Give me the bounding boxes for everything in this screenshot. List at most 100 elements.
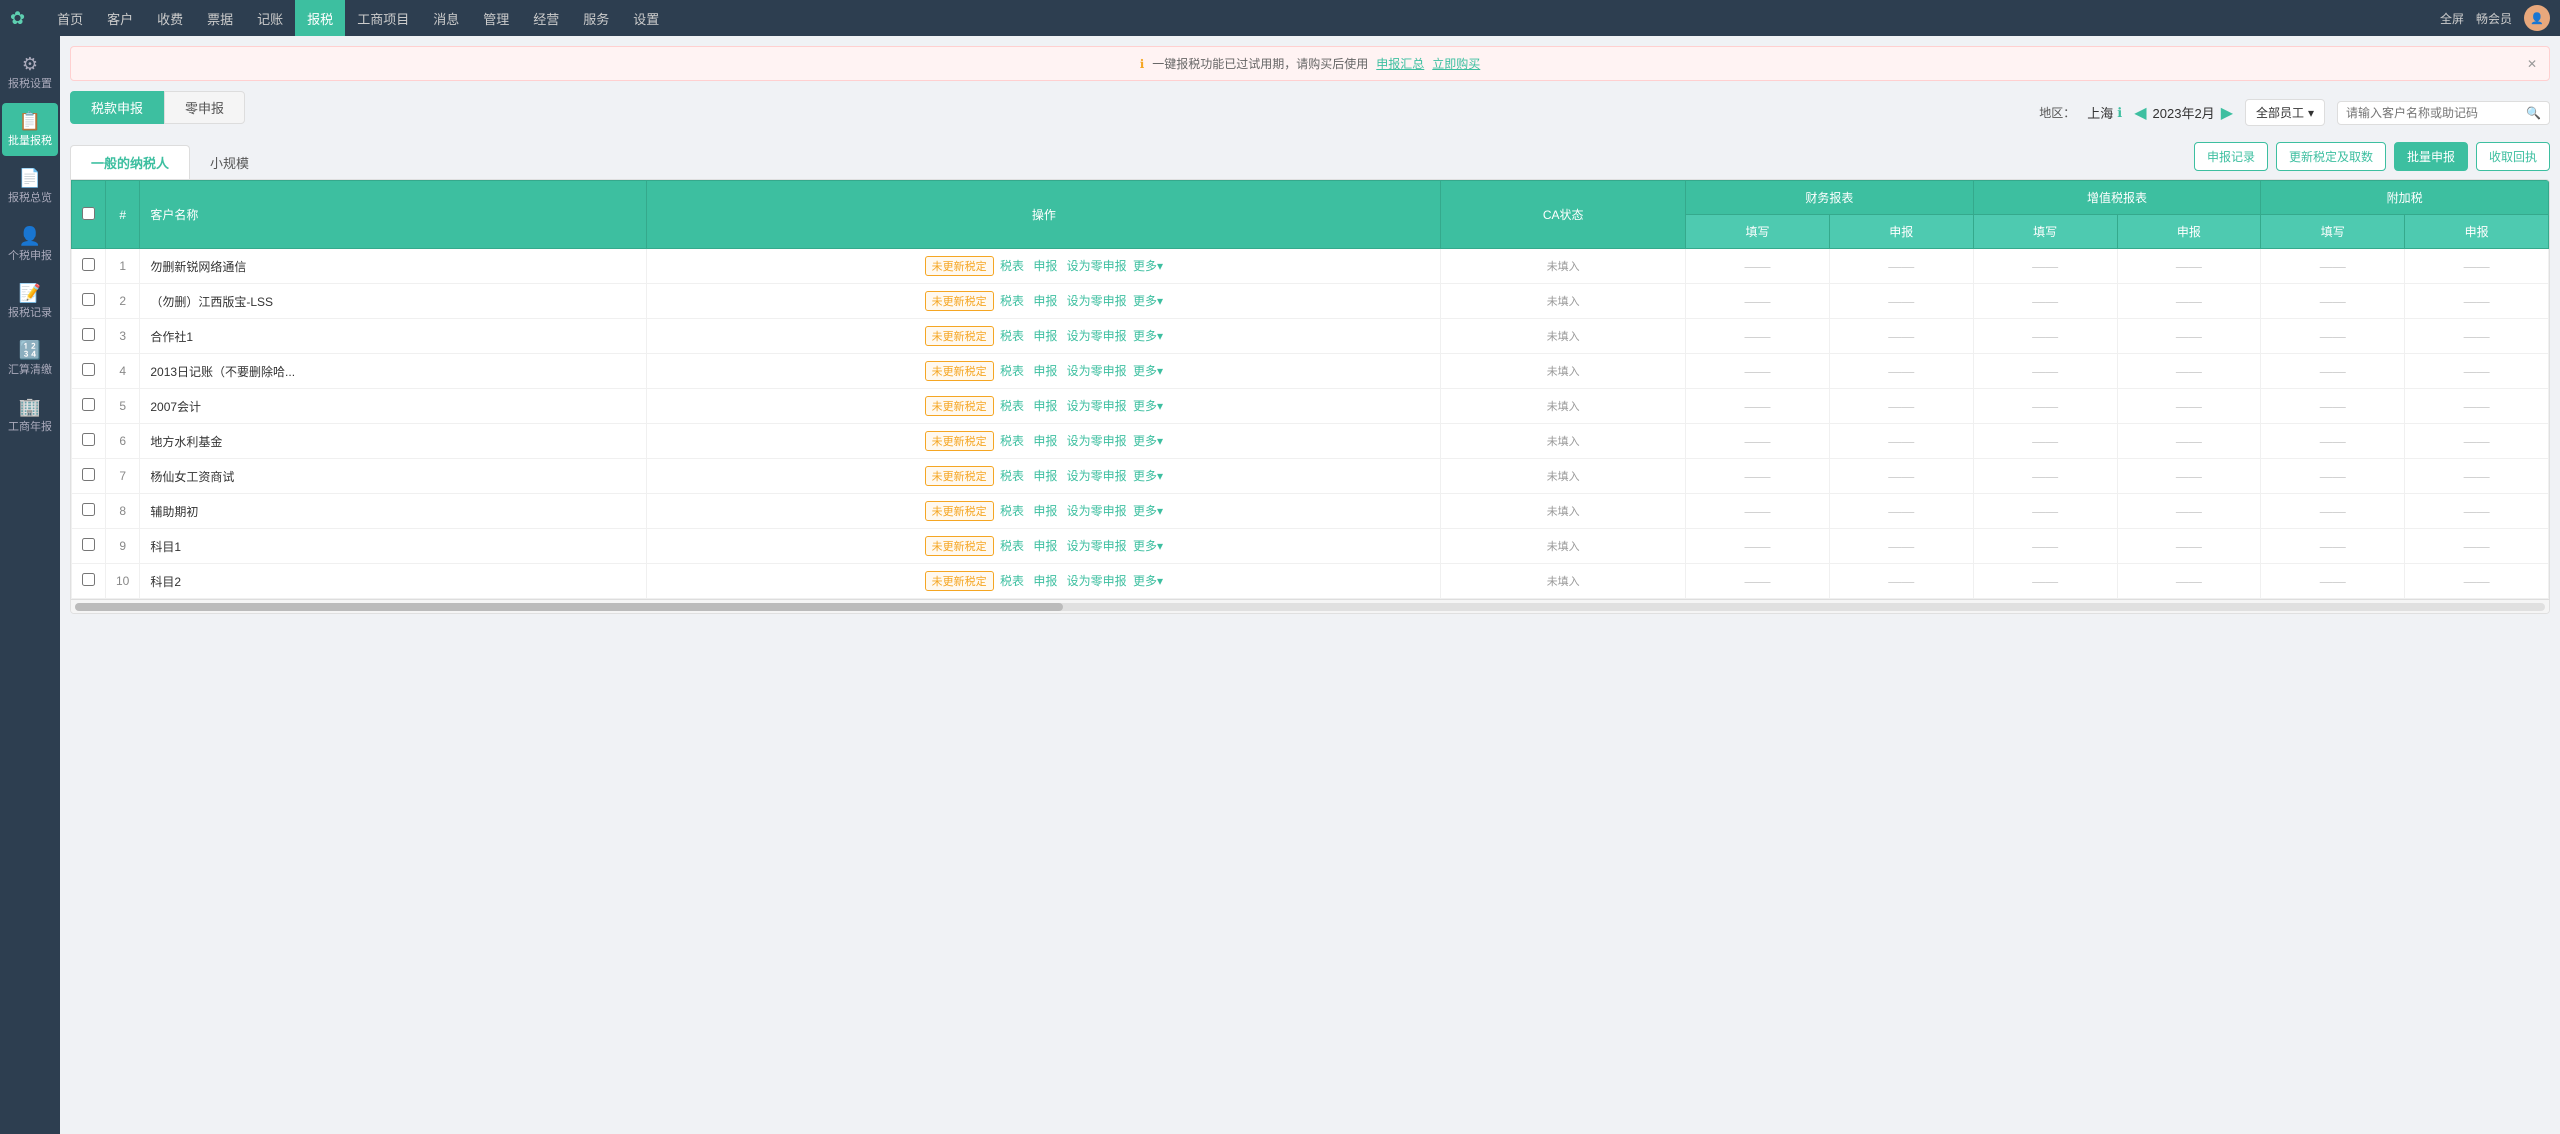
row-checkbox[interactable] <box>82 468 95 481</box>
row-checkbox[interactable] <box>82 398 95 411</box>
row-operations: 未更新税定 税表 申报 设为零申报 更多▾ <box>647 319 1441 354</box>
op-zero-apply[interactable]: 设为零申报 <box>1067 329 1127 343</box>
op-tax-table[interactable]: 税表 <box>1000 434 1024 448</box>
row-checkbox[interactable] <box>82 503 95 516</box>
row-checkbox[interactable] <box>82 573 95 586</box>
sidebar-item-tax-overview[interactable]: 📄 报税总览 <box>2 160 58 213</box>
fullscreen-button[interactable]: 全屏 <box>2440 10 2464 27</box>
op-apply[interactable]: 申报 <box>1033 329 1057 343</box>
trial-banner: ℹ 一键报税功能已过试用期，请购买后使用 申报汇总 立即购买 ✕ <box>70 46 2550 81</box>
top-navigation: ✿ 首页 客户 收费 票据 记账 报税 工商项目 消息 管理 经营 服务 设置 … <box>0 0 2560 36</box>
sub-tab-general[interactable]: 一般的纳税人 <box>70 145 190 179</box>
nav-management[interactable]: 管理 <box>471 0 521 36</box>
tab-tax-declaration[interactable]: 税款申报 <box>70 91 164 124</box>
op-zero-apply[interactable]: 设为零申报 <box>1067 574 1127 588</box>
nav-billing[interactable]: 收费 <box>145 0 195 36</box>
region-info-icon[interactable]: ℹ <box>2117 105 2122 121</box>
nav-bookkeeping[interactable]: 记账 <box>245 0 295 36</box>
op-more[interactable]: 更多▾ <box>1133 434 1163 448</box>
op-tax-table[interactable]: 税表 <box>1000 574 1024 588</box>
nav-settings[interactable]: 设置 <box>621 0 671 36</box>
op-tax-table[interactable]: 税表 <box>1000 504 1024 518</box>
op-apply[interactable]: 申报 <box>1033 259 1057 273</box>
row-checkbox[interactable] <box>82 328 95 341</box>
horizontal-scrollbar[interactable] <box>71 599 2549 613</box>
op-apply[interactable]: 申报 <box>1033 399 1057 413</box>
batch-apply-button[interactable]: 批量申报 <box>2394 142 2468 171</box>
op-zero-apply[interactable]: 设为零申报 <box>1067 504 1127 518</box>
nav-message[interactable]: 消息 <box>421 0 471 36</box>
op-zero-apply[interactable]: 设为零申报 <box>1067 539 1127 553</box>
nav-customer[interactable]: 客户 <box>95 0 145 36</box>
nav-tax[interactable]: 报税 <box>295 0 345 36</box>
row-num: 10 <box>106 564 140 599</box>
row-finance-fill: —— <box>1686 284 1830 319</box>
op-tax-table[interactable]: 税表 <box>1000 294 1024 308</box>
region-value: 上海 ℹ <box>2087 103 2122 122</box>
op-apply[interactable]: 申报 <box>1033 539 1057 553</box>
search-icon[interactable]: 🔍 <box>2526 106 2541 120</box>
op-apply[interactable]: 申报 <box>1033 504 1057 518</box>
nav-service[interactable]: 服务 <box>571 0 621 36</box>
op-tax-table[interactable]: 税表 <box>1000 259 1024 273</box>
recover-button[interactable]: 收取回执 <box>2476 142 2550 171</box>
employee-filter[interactable]: 全部员工 ▾ <box>2245 99 2325 126</box>
banner-close-button[interactable]: ✕ <box>2527 57 2537 71</box>
op-more[interactable]: 更多▾ <box>1133 259 1163 273</box>
sidebar-item-tax-records[interactable]: 📝 报税记录 <box>2 275 58 328</box>
op-tax-table[interactable]: 税表 <box>1000 539 1024 553</box>
nav-home[interactable]: 首页 <box>45 0 95 36</box>
nav-business[interactable]: 工商项目 <box>345 0 421 36</box>
op-apply[interactable]: 申报 <box>1033 469 1057 483</box>
op-tax-table[interactable]: 税表 <box>1000 329 1024 343</box>
op-tax-table[interactable]: 税表 <box>1000 469 1024 483</box>
scrollbar-thumb[interactable] <box>75 603 1063 611</box>
op-more[interactable]: 更多▾ <box>1133 504 1163 518</box>
sidebar-item-personal-tax[interactable]: 👤 个税申报 <box>2 218 58 271</box>
sidebar-item-annual-settlement[interactable]: 🔢 汇算清缴 <box>2 332 58 385</box>
nav-invoice[interactable]: 票据 <box>195 0 245 36</box>
op-zero-apply[interactable]: 设为零申报 <box>1067 434 1127 448</box>
op-tax-table[interactable]: 税表 <box>1000 364 1024 378</box>
row-checkbox[interactable] <box>82 363 95 376</box>
update-tax-button[interactable]: 更新税定及取数 <box>2276 142 2386 171</box>
member-button[interactable]: 畅会员 <box>2476 10 2512 27</box>
search-input[interactable] <box>2346 106 2526 120</box>
op-more[interactable]: 更多▾ <box>1133 539 1163 553</box>
op-tax-table[interactable]: 税表 <box>1000 399 1024 413</box>
banner-link-summary[interactable]: 申报汇总 <box>1376 55 1424 72</box>
sidebar-item-tax-settings[interactable]: ⚙ 报税设置 <box>2 46 58 99</box>
op-zero-apply[interactable]: 设为零申报 <box>1067 294 1127 308</box>
sidebar-item-batch-tax[interactable]: 📋 批量报税 <box>2 103 58 156</box>
sidebar-item-annual-report[interactable]: 🏢 工商年报 <box>2 389 58 442</box>
op-apply[interactable]: 申报 <box>1033 294 1057 308</box>
row-checkbox[interactable] <box>82 258 95 271</box>
op-apply[interactable]: 申报 <box>1033 364 1057 378</box>
sub-tab-small-scale[interactable]: 小规模 <box>190 146 269 179</box>
op-more[interactable]: 更多▾ <box>1133 364 1163 378</box>
op-apply[interactable]: 申报 <box>1033 434 1057 448</box>
row-checkbox[interactable] <box>82 433 95 446</box>
op-zero-apply[interactable]: 设为零申报 <box>1067 469 1127 483</box>
op-zero-apply[interactable]: 设为零申报 <box>1067 399 1127 413</box>
op-more[interactable]: 更多▾ <box>1133 469 1163 483</box>
op-more[interactable]: 更多▾ <box>1133 399 1163 413</box>
select-all-checkbox[interactable] <box>82 207 95 220</box>
date-prev-button[interactable]: ◀ <box>2134 103 2146 123</box>
tab-zero-declaration[interactable]: 零申报 <box>164 91 245 124</box>
nav-operations[interactable]: 经营 <box>521 0 571 36</box>
avatar[interactable]: 👤 <box>2524 5 2550 31</box>
op-more[interactable]: 更多▾ <box>1133 574 1163 588</box>
op-more[interactable]: 更多▾ <box>1133 329 1163 343</box>
op-zero-apply[interactable]: 设为零申报 <box>1067 259 1127 273</box>
op-zero-apply[interactable]: 设为零申报 <box>1067 364 1127 378</box>
op-more[interactable]: 更多▾ <box>1133 294 1163 308</box>
table-row: 7 杨仙女工资商试 未更新税定 税表 申报 设为零申报 更多▾ 未填入 —— —… <box>72 459 2549 494</box>
op-apply[interactable]: 申报 <box>1033 574 1057 588</box>
date-next-button[interactable]: ▶ <box>2221 103 2233 123</box>
app-logo: ✿ <box>10 8 25 29</box>
banner-link-buy[interactable]: 立即购买 <box>1432 55 1480 72</box>
row-checkbox[interactable] <box>82 293 95 306</box>
apply-records-button[interactable]: 申报记录 <box>2194 142 2268 171</box>
row-checkbox[interactable] <box>82 538 95 551</box>
